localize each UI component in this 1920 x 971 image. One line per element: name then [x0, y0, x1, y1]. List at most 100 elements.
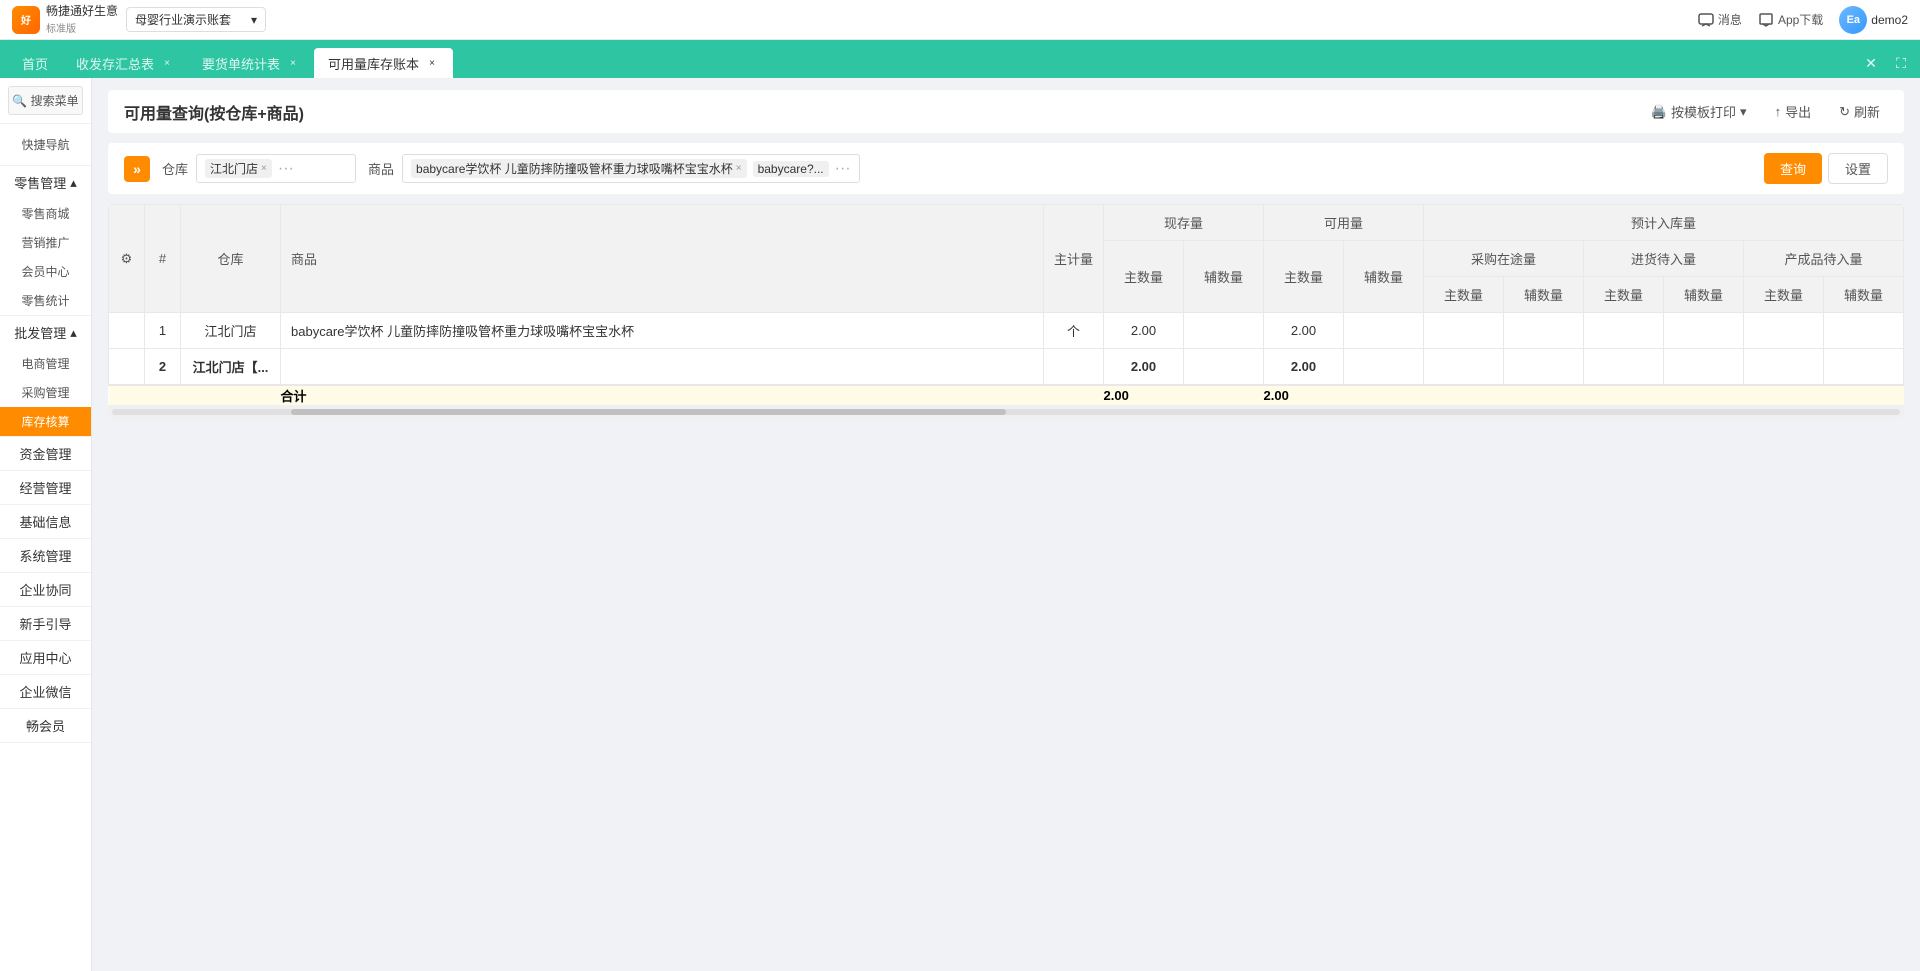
horizontal-scrollbar[interactable] [108, 405, 1904, 419]
row2-avail-main: 2.00 [1264, 349, 1344, 386]
tab-available-stock-close[interactable]: × [425, 56, 439, 70]
sidebar-group-system-header[interactable]: 系统管理 [0, 539, 91, 572]
user-area[interactable]: Ea demo2 [1839, 6, 1908, 34]
row1-inbound-aux [1664, 313, 1744, 349]
tab-order-stat[interactable]: 要货单统计表 × [188, 48, 314, 78]
th-forecast-inbound: 预计入库量 [1424, 205, 1904, 241]
sidebar-item-stock[interactable]: 库存核算 [0, 407, 91, 436]
sidebar-group-finance-label: 资金管理 [19, 444, 71, 463]
tab-collect-close[interactable]: × [160, 56, 174, 70]
refresh-button[interactable]: ↻ 刷新 [1831, 98, 1888, 125]
tab-order-stat-close[interactable]: × [286, 56, 300, 70]
product-tag1-close[interactable]: × [736, 163, 742, 174]
sidebar-group-app-center-header[interactable]: 应用中心 [0, 641, 91, 674]
footer-prod-aux [1824, 385, 1904, 405]
page-actions: 🖨️ 按模板打印 ▾ ↑ 导出 ↻ 刷新 [1643, 98, 1888, 125]
warehouse-filter-input[interactable]: 江北门店 × ··· [196, 154, 356, 183]
tab-collect[interactable]: 收发存汇总表 × [62, 48, 188, 78]
search-icon: 🔍 [12, 94, 30, 108]
sidebar-group-wholesale-header[interactable]: 批发管理 ▴ [0, 316, 91, 349]
sidebar-group-collab-header[interactable]: 企业协同 [0, 573, 91, 606]
content-area: 可用量查询(按仓库+商品) 🖨️ 按模板打印 ▾ ↑ 导出 ↻ 刷新 [92, 78, 1920, 971]
th-product: 商品 [281, 205, 1044, 313]
tab-fullscreen-button[interactable]: ⛶ [1890, 52, 1912, 74]
sidebar-group-operations-header[interactable]: 经营管理 [0, 471, 91, 504]
sidebar-item-retail-mall[interactable]: 零售商城 [0, 199, 91, 228]
industry-label: 母婴行业演示账套 [135, 11, 231, 28]
header-left: 好 畅捷通好生意 标准版 母婴行业演示账套 ▾ [12, 4, 266, 35]
th-avail-main: 主数量 [1264, 241, 1344, 313]
th-prod-main: 主数量 [1744, 277, 1824, 313]
row1-inbound-main [1584, 313, 1664, 349]
sidebar-group-collab: 企业协同 [0, 573, 91, 607]
scroll-thumb[interactable] [291, 409, 1006, 415]
sidebar-group-system: 系统管理 [0, 539, 91, 573]
warehouse-filter-dots[interactable]: ··· [278, 161, 294, 177]
product-tag1-text: babycare学饮杯 儿童防摔防撞吸管杯重力球吸嘴杯宝宝水杯 [416, 160, 733, 177]
header-right: 消息 App下载 Ea demo2 [1698, 6, 1908, 34]
warehouse-filter-group: 仓库 江北门店 × ··· [162, 154, 356, 183]
warehouse-tag: 江北门店 × [205, 159, 272, 178]
th-settings[interactable]: ⚙ [109, 205, 145, 313]
sidebar-group-finance: 资金管理 [0, 437, 91, 471]
app-download-button[interactable]: App下载 [1758, 11, 1823, 28]
search-menu-button[interactable]: 🔍 搜索菜单 [8, 86, 83, 115]
tab-close-all-button[interactable]: ✕ [1860, 52, 1882, 74]
row2-prod-aux [1824, 349, 1904, 386]
sidebar-group-new-guide-header[interactable]: 新手引导 [0, 607, 91, 640]
chevron-up-icon-2: ▴ [70, 325, 77, 341]
sidebar-item-marketing[interactable]: 营销推广 [0, 228, 91, 257]
sidebar-item-member-center[interactable]: 会员中心 [0, 257, 91, 286]
table-container: ⚙ # 仓库 商品 主计量 现存量 可用量 预计入库量 主数量 辅数量 [108, 204, 1904, 419]
th-stock-main: 主数量 [1104, 241, 1184, 313]
row1-prod-aux [1824, 313, 1904, 349]
warehouse-tag-close[interactable]: × [261, 163, 267, 174]
logo-icon: 好 [12, 6, 40, 34]
footer-inbound-main [1584, 385, 1664, 405]
export-button[interactable]: ↑ 导出 [1767, 98, 1820, 125]
query-button[interactable]: 查询 [1764, 153, 1822, 184]
settings-button[interactable]: 设置 [1828, 153, 1888, 184]
sidebar-item-retail-stats[interactable]: 零售统计 [0, 286, 91, 315]
sidebar-group-basic-header[interactable]: 基础信息 [0, 505, 91, 538]
row1-unit: 个 [1043, 313, 1103, 349]
sidebar-group-finance-header[interactable]: 资金管理 [0, 437, 91, 470]
main-layout: 🔍 搜索菜单 快捷导航 零售管理 ▴ 零售商城 营销推广 会员中心 零售统计 批… [0, 78, 1920, 971]
sidebar-item-ecommerce[interactable]: 电商管理 [0, 349, 91, 378]
sidebar-group-new-guide: 新手引导 [0, 607, 91, 641]
sidebar-item-quick-nav[interactable]: 快捷导航 [0, 130, 91, 159]
print-template-button[interactable]: 🖨️ 按模板打印 ▾ [1643, 98, 1755, 125]
sidebar-item-purchase[interactable]: 采购管理 [0, 378, 91, 407]
footer-avail-main: 2.00 [1264, 385, 1344, 405]
tab-available-stock[interactable]: 可用量库存账本 × [314, 48, 453, 78]
tab-home[interactable]: 首页 [8, 48, 62, 78]
table-footer-row: 合计 2.00 2.00 [109, 385, 1904, 405]
footer-inbound-aux [1664, 385, 1744, 405]
tab-bar-actions: ✕ ⛶ [1860, 52, 1912, 78]
warehouse-tag-text: 江北门店 [210, 160, 258, 177]
sidebar-group-member-header[interactable]: 畅会员 [0, 709, 91, 742]
tab-home-label: 首页 [22, 54, 48, 73]
product-filter-dots[interactable]: ··· [835, 161, 851, 177]
message-button[interactable]: 消息 [1698, 11, 1742, 28]
th-seq: # [145, 205, 181, 313]
product-filter-group: 商品 babycare学饮杯 儿童防摔防撞吸管杯重力球吸嘴杯宝宝水杯 × bab… [368, 154, 860, 183]
page-title: 可用量查询(按仓库+商品) [124, 100, 304, 124]
footer-seq [145, 385, 181, 405]
sidebar-group-retail-header[interactable]: 零售管理 ▴ [0, 166, 91, 199]
print-template-label: 按模板打印 [1671, 102, 1736, 121]
filter-expand-button[interactable]: » [124, 156, 150, 182]
row1-pur-main [1424, 313, 1504, 349]
warehouse-filter-label: 仓库 [162, 159, 188, 178]
product-filter-input[interactable]: babycare学饮杯 儿童防摔防撞吸管杯重力球吸嘴杯宝宝水杯 × babyca… [402, 154, 860, 183]
th-inbound-pending: 进货待入量 [1584, 241, 1744, 277]
sidebar-group-wechat-label: 企业微信 [19, 682, 71, 701]
row2-seq: 2 [145, 349, 181, 386]
th-pur-main: 主数量 [1424, 277, 1504, 313]
th-stock-aux: 辅数量 [1184, 241, 1264, 313]
th-warehouse: 仓库 [181, 205, 281, 313]
sidebar-group-wechat-header[interactable]: 企业微信 [0, 675, 91, 708]
industry-select[interactable]: 母婴行业演示账套 ▾ [126, 7, 266, 32]
sidebar-group-retail-label: 零售管理 [14, 173, 66, 192]
product-tag1: babycare学饮杯 儿童防摔防撞吸管杯重力球吸嘴杯宝宝水杯 × [411, 159, 747, 178]
